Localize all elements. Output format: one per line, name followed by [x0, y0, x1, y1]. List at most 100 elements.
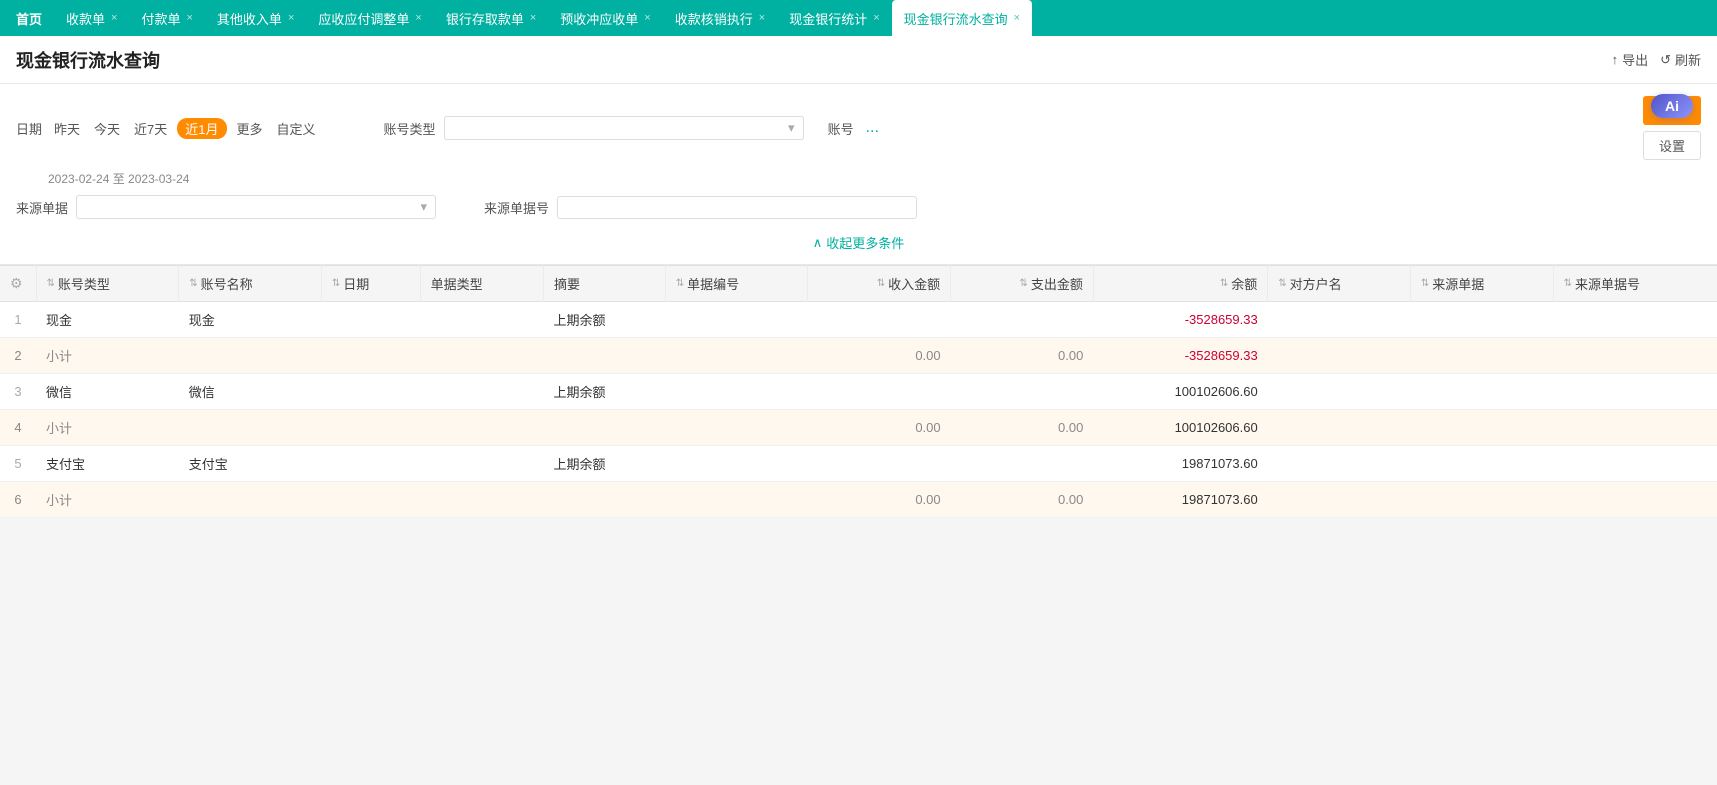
nav-item-预收冲应收单[interactable]: 预收冲应收单 × [548, 0, 662, 36]
close-icon[interactable]: × [288, 12, 294, 24]
row-source-doc-no [1553, 374, 1717, 410]
row-source-doc [1410, 338, 1553, 374]
row-expense: 0.00 [951, 482, 1094, 518]
row-account-type: 小计 [36, 338, 179, 374]
account-more-btn[interactable]: ... [862, 119, 883, 137]
close-icon[interactable]: × [186, 12, 192, 24]
row-num: 1 [0, 302, 36, 338]
row-source-doc-no [1553, 446, 1717, 482]
th-counterpart[interactable]: ⇅ 对方户名 [1268, 266, 1411, 302]
th-doc-type[interactable]: 单据类型 [420, 266, 543, 302]
row-source-doc-no [1553, 410, 1717, 446]
close-icon[interactable]: × [1014, 12, 1020, 24]
header-actions: ↑ 导出 ↺ 刷新 [1612, 50, 1701, 69]
row-num: 6 [0, 482, 36, 518]
date-1month-btn[interactable]: 近1月 [177, 118, 226, 139]
nav-item-其他收入单[interactable]: 其他收入单 × [205, 0, 306, 36]
row-date [321, 482, 420, 518]
date-label: 日期 [16, 119, 42, 138]
source-doc-no-filter-group: 来源单据号 [484, 196, 917, 219]
row-income: 0.00 [808, 410, 951, 446]
refresh-icon: ↺ [1660, 52, 1671, 68]
row-source-doc-no [1553, 302, 1717, 338]
nav-home[interactable]: 首页 [4, 0, 54, 36]
row-num: 5 [0, 446, 36, 482]
source-doc-select[interactable]: ▾ [76, 195, 436, 219]
sort-icon: ⇅ [1019, 278, 1027, 289]
th-summary[interactable]: 摘要 [544, 266, 666, 302]
close-icon[interactable]: × [530, 12, 536, 24]
nav-item-银行存取款单[interactable]: 银行存取款单 × [434, 0, 548, 36]
sort-icon: ⇅ [47, 278, 55, 289]
ai-button[interactable]: Ai [1651, 94, 1693, 118]
close-icon[interactable]: × [415, 12, 421, 24]
date-range-text: 2023-02-24 至 2023-03-24 [48, 172, 189, 186]
row-expense [951, 374, 1094, 410]
nav-item-收款单[interactable]: 收款单 × [54, 0, 129, 36]
th-account-name[interactable]: ⇅ 账号名称 [179, 266, 322, 302]
row-date [321, 302, 420, 338]
account-filter-group: 账号 ... [828, 119, 883, 138]
nav-item-付款单[interactable]: 付款单 × [129, 0, 204, 36]
source-doc-no-input[interactable] [557, 196, 917, 219]
close-icon[interactable]: × [759, 12, 765, 24]
row-summary [544, 338, 666, 374]
row-counterpart [1268, 302, 1411, 338]
row-source-doc [1410, 374, 1553, 410]
row-date [321, 338, 420, 374]
collapse-label: 收起更多条件 [826, 233, 904, 252]
settings-button[interactable]: 设置 [1643, 131, 1701, 160]
collapse-bar[interactable]: ∧ 收起更多条件 [16, 229, 1701, 252]
refresh-button[interactable]: ↺ 刷新 [1660, 50, 1701, 69]
export-button[interactable]: ↑ 导出 [1612, 50, 1649, 69]
close-icon[interactable]: × [644, 12, 650, 24]
date-more-btn[interactable]: 更多 [233, 118, 267, 139]
date-custom-btn[interactable]: 自定义 [273, 118, 320, 139]
row-doc-no [665, 338, 808, 374]
th-expense[interactable]: ⇅ 支出金额 [951, 266, 1094, 302]
row-income [808, 302, 951, 338]
table-header-row: ⚙ ⇅ 账号类型 ⇅ 账号名称 ⇅ 日期 单据类型 摘要 ⇅ 单据编号 ⇅ 收入… [0, 266, 1717, 302]
row-balance: -3528659.33 [1093, 302, 1267, 338]
nav-item-现金银行统计[interactable]: 现金银行统计 × [777, 0, 891, 36]
date-7days-btn[interactable]: 近7天 [130, 118, 171, 139]
filter-area: 日期 昨天 今天 近7天 近1月 更多 自定义 账号类型 ▾ 账号 ... [0, 84, 1717, 265]
th-balance[interactable]: ⇅ 余额 [1093, 266, 1267, 302]
data-table: ⚙ ⇅ 账号类型 ⇅ 账号名称 ⇅ 日期 单据类型 摘要 ⇅ 单据编号 ⇅ 收入… [0, 265, 1717, 518]
row-balance: 19871073.60 [1093, 482, 1267, 518]
th-source-doc-no[interactable]: ⇅ 来源单据号 [1553, 266, 1717, 302]
th-date[interactable]: ⇅ 日期 [321, 266, 420, 302]
th-income[interactable]: ⇅ 收入金额 [808, 266, 951, 302]
th-gear[interactable]: ⚙ [0, 266, 36, 302]
row-source-doc [1410, 446, 1553, 482]
row-summary: 上期余额 [544, 446, 666, 482]
th-source-doc[interactable]: ⇅ 来源单据 [1410, 266, 1553, 302]
row-expense [951, 446, 1094, 482]
row-balance: 19871073.60 [1093, 446, 1267, 482]
sort-icon: ⇅ [189, 278, 197, 289]
close-icon[interactable]: × [873, 12, 879, 24]
close-icon[interactable]: × [111, 12, 117, 24]
nav-item-应收应付调整单[interactable]: 应收应付调整单 × [306, 0, 433, 36]
row-counterpart [1268, 374, 1411, 410]
account-type-select[interactable]: ▾ [444, 116, 804, 140]
top-nav: 首页 收款单 × 付款单 × 其他收入单 × 应收应付调整单 × 银行存取款单 … [0, 0, 1717, 36]
sort-icon: ⇅ [1278, 278, 1286, 289]
row-doc-type [420, 338, 543, 374]
source-doc-no-label: 来源单据号 [484, 198, 549, 217]
nav-item-现金银行流水查询[interactable]: 现金银行流水查询 × [892, 0, 1032, 36]
filter-row-2: 来源单据 ▾ 来源单据号 [16, 195, 1701, 219]
row-account-name: 微信 [179, 374, 322, 410]
row-summary: 上期余额 [544, 374, 666, 410]
row-date [321, 446, 420, 482]
th-account-type[interactable]: ⇅ 账号类型 [36, 266, 179, 302]
row-counterpart [1268, 482, 1411, 518]
row-source-doc [1410, 302, 1553, 338]
row-expense: 0.00 [951, 410, 1094, 446]
date-yesterday-btn[interactable]: 昨天 [50, 118, 84, 139]
th-doc-no[interactable]: ⇅ 单据编号 [665, 266, 808, 302]
row-doc-no [665, 374, 808, 410]
date-range-display: 2023-02-24 至 2023-03-24 [48, 170, 1701, 187]
date-today-btn[interactable]: 今天 [90, 118, 124, 139]
nav-item-收款核销执行[interactable]: 收款核销执行 × [663, 0, 777, 36]
